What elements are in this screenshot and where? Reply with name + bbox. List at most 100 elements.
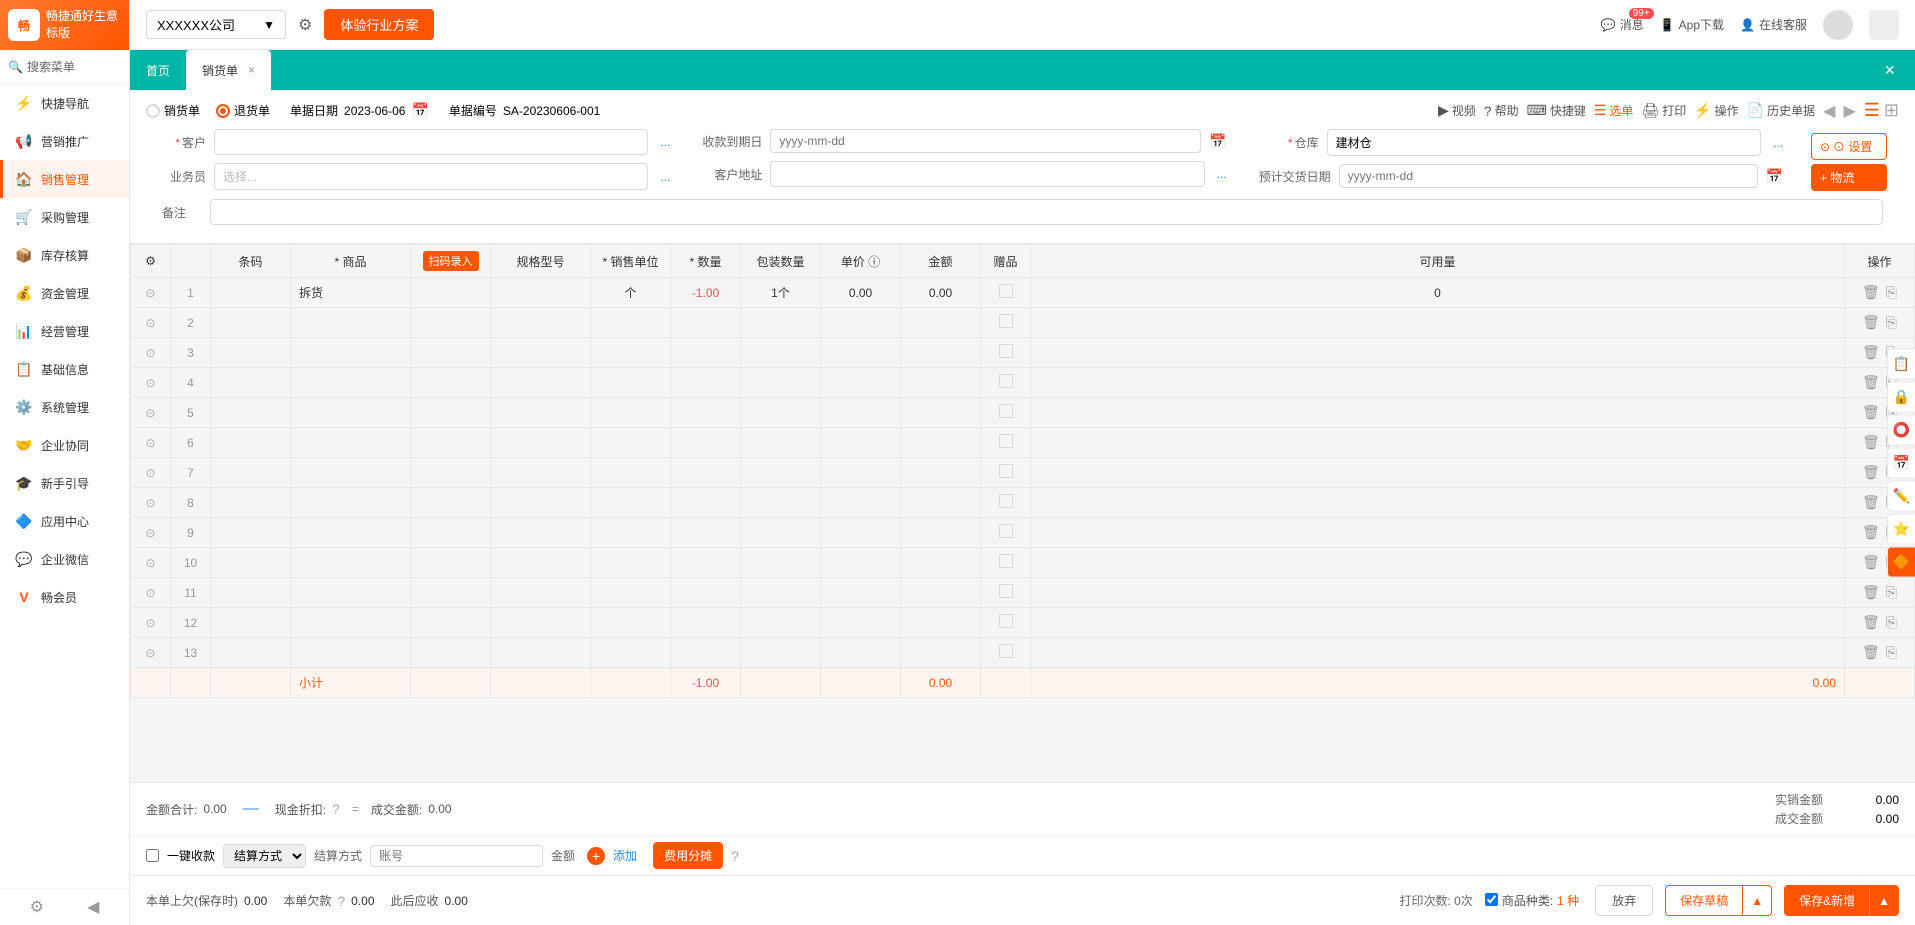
gift-checkbox[interactable] <box>999 524 1013 538</box>
row-pack-cell[interactable] <box>741 368 821 398</box>
row-product-cell[interactable] <box>291 458 411 488</box>
row-product-cell[interactable] <box>291 338 411 368</box>
toolbar-help-btn[interactable]: ? 帮助 <box>1484 102 1519 119</box>
row-price-cell[interactable] <box>821 578 901 608</box>
search-menu[interactable]: 🔍 搜索菜单 <box>0 50 129 84</box>
delete-row-btn[interactable]: 🗑 <box>1862 344 1880 361</box>
owe-help-icon[interactable]: ? <box>337 893 345 909</box>
row-pack-cell[interactable] <box>741 548 821 578</box>
row-amount-cell[interactable] <box>901 638 981 668</box>
gift-checkbox[interactable] <box>999 554 1013 568</box>
sidebar-item-basic[interactable]: 📋 基础信息 <box>0 350 129 388</box>
row-amount-cell[interactable] <box>901 458 981 488</box>
row-qty-cell[interactable] <box>671 548 741 578</box>
settlement-select[interactable]: 结算方式 <box>223 844 306 868</box>
row-qty-cell[interactable] <box>671 608 741 638</box>
app-download-btn[interactable]: 📱 App下载 <box>1660 16 1724 33</box>
sidebar-item-apps[interactable]: 🔷 应用中心 <box>0 502 129 540</box>
save-draft-btn[interactable]: 保存草稿 <box>1666 886 1742 915</box>
toolbar-shortcut-btn[interactable]: ⌨ 快捷键 <box>1527 102 1586 119</box>
row-settings-icon[interactable]: ⊙ <box>145 436 155 450</box>
row-settings-icon[interactable]: ⊙ <box>145 616 155 630</box>
row-amount-cell[interactable] <box>901 338 981 368</box>
row-price-cell[interactable] <box>821 428 901 458</box>
prev-record-btn[interactable]: ◀ <box>1823 101 1835 121</box>
row-gift-cell[interactable] <box>981 488 1031 518</box>
receipt-date-input[interactable] <box>770 129 1201 153</box>
row-barcode-cell[interactable] <box>211 458 291 488</box>
copy-row-btn[interactable]: ⎘ <box>1886 314 1897 331</box>
float-calendar-btn[interactable]: 📅 <box>1887 447 1915 478</box>
row-product-cell[interactable] <box>291 368 411 398</box>
row-price-cell[interactable] <box>821 398 901 428</box>
row-product-cell[interactable] <box>291 518 411 548</box>
row-settings-icon[interactable]: ⊙ <box>145 526 155 540</box>
row-settings-icon[interactable]: ⊙ <box>145 496 155 510</box>
discard-btn[interactable]: 放弃 <box>1595 885 1653 916</box>
row-gift-cell[interactable] <box>981 278 1031 308</box>
row-qty-cell[interactable] <box>671 458 741 488</box>
toolbar-video-btn[interactable]: ▶ 视频 <box>1438 102 1476 119</box>
row-spec-cell[interactable] <box>491 458 591 488</box>
row-amount-cell[interactable] <box>901 368 981 398</box>
row-unit-cell[interactable] <box>591 608 671 638</box>
row-settings-icon[interactable]: ⊙ <box>145 586 155 600</box>
row-gift-cell[interactable] <box>981 608 1031 638</box>
delete-row-btn[interactable]: 🗑 <box>1862 464 1880 481</box>
row-gift-cell[interactable] <box>981 578 1031 608</box>
one-click-checkbox[interactable] <box>146 849 159 862</box>
row-unit-cell[interactable] <box>591 548 671 578</box>
settings-form-btn[interactable]: ⊙ ⊙ 设置 <box>1811 133 1887 160</box>
row-pack-cell[interactable] <box>741 428 821 458</box>
row-product-cell[interactable] <box>291 578 411 608</box>
gift-checkbox[interactable] <box>999 404 1013 418</box>
delete-row-btn[interactable]: 🗑 <box>1862 314 1880 331</box>
row-qty-cell[interactable] <box>671 308 741 338</box>
row-unit-cell[interactable] <box>591 338 671 368</box>
row-price-cell[interactable] <box>821 638 901 668</box>
row-settings-icon[interactable]: ⊙ <box>145 556 155 570</box>
user-menu-btn[interactable] <box>1869 10 1899 40</box>
sidebar-item-guide[interactable]: 🎓 新手引导 <box>0 464 129 502</box>
row-pack-cell[interactable] <box>741 608 821 638</box>
row-product-cell[interactable] <box>291 488 411 518</box>
delete-row-btn[interactable]: 🗑 <box>1862 524 1880 541</box>
row-price-cell[interactable] <box>821 488 901 518</box>
row-barcode-cell[interactable] <box>211 308 291 338</box>
row-barcode-cell[interactable] <box>211 608 291 638</box>
copy-row-btn[interactable]: ⎘ <box>1886 614 1897 631</box>
product-type-checkbox[interactable] <box>1485 893 1498 909</box>
collapse-sidebar-btn[interactable]: ◀ <box>87 897 99 917</box>
sidebar-item-system[interactable]: ⚙️ 系统管理 <box>0 388 129 426</box>
toolbar-select-btn[interactable]: ☰ 选单 <box>1594 102 1634 119</box>
company-selector[interactable]: XXXXXX公司 ▼ <box>146 10 286 39</box>
row-price-cell[interactable]: 0.00 <box>821 278 901 308</box>
gift-checkbox[interactable] <box>999 464 1013 478</box>
float-lock-btn[interactable]: 🔒 <box>1887 381 1915 412</box>
gift-checkbox[interactable] <box>999 284 1013 298</box>
toolbar-action-btn[interactable]: ⚡ 操作 <box>1694 102 1738 119</box>
row-barcode-cell[interactable] <box>211 518 291 548</box>
row-unit-cell[interactable] <box>591 368 671 398</box>
row-qty-cell[interactable] <box>671 338 741 368</box>
row-product-cell[interactable] <box>291 638 411 668</box>
delete-row-btn[interactable]: 🗑 <box>1862 644 1880 661</box>
row-amount-cell[interactable] <box>901 518 981 548</box>
row-pack-cell[interactable] <box>741 488 821 518</box>
row-barcode-cell[interactable] <box>211 278 291 308</box>
gift-checkbox[interactable] <box>999 434 1013 448</box>
row-spec-cell[interactable] <box>491 488 591 518</box>
next-record-btn[interactable]: ▶ <box>1843 101 1855 121</box>
row-qty-cell[interactable] <box>671 518 741 548</box>
row-spec-cell[interactable] <box>491 518 591 548</box>
row-price-cell[interactable] <box>821 518 901 548</box>
salesperson-more-icon[interactable]: ... <box>660 170 670 184</box>
row-pack-cell[interactable] <box>741 338 821 368</box>
add-payment-btn[interactable]: + <box>587 847 605 865</box>
gift-checkbox[interactable] <box>999 614 1013 628</box>
grid-view-btn[interactable]: ⊞ <box>1884 100 1899 121</box>
row-unit-cell[interactable] <box>591 308 671 338</box>
delete-row-btn[interactable]: 🗑 <box>1862 494 1880 511</box>
salesperson-input[interactable]: 选择... <box>214 163 648 190</box>
copy-row-btn[interactable]: ⎘ <box>1886 284 1897 301</box>
